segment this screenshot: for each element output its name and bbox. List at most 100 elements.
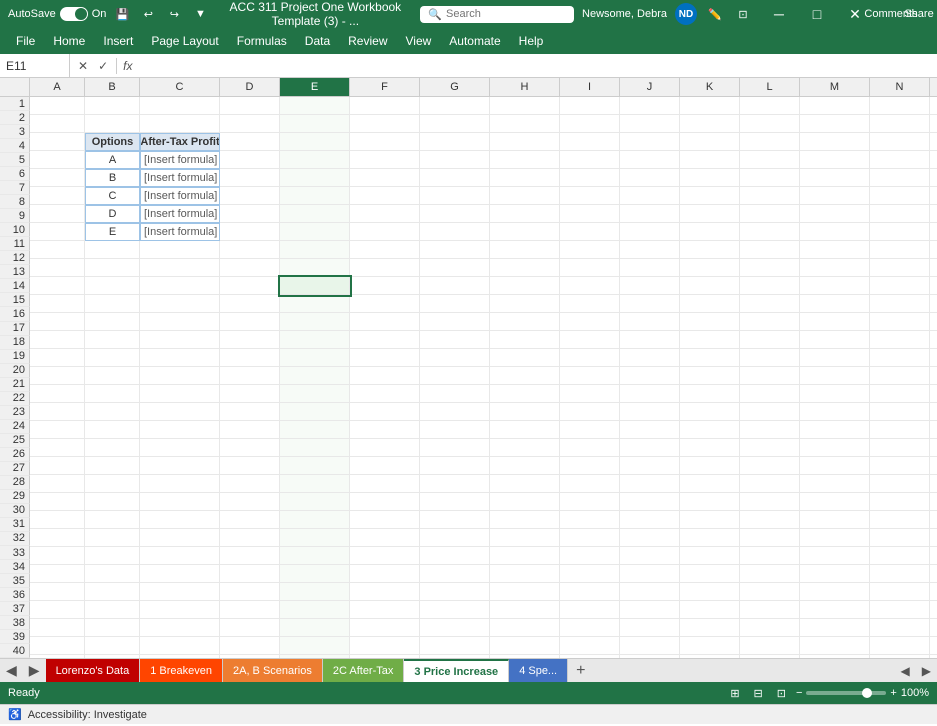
menu-file[interactable]: File (8, 31, 43, 51)
cell-D4[interactable] (220, 151, 280, 169)
col-header-A[interactable]: A (30, 78, 85, 96)
cell-K1[interactable] (680, 97, 740, 115)
cell-L14[interactable] (740, 331, 800, 349)
cell-O9[interactable] (930, 241, 937, 259)
cell-M29[interactable] (800, 601, 870, 619)
cell-L15[interactable] (740, 349, 800, 367)
cell-H25[interactable] (490, 529, 560, 547)
cell-A26[interactable] (30, 547, 85, 565)
cell-E5[interactable] (280, 169, 350, 187)
cell-H26[interactable] (490, 547, 560, 565)
cell-F27[interactable] (350, 565, 420, 583)
minimize-button[interactable]: ─ (761, 0, 797, 28)
cell-D19[interactable] (220, 421, 280, 439)
cell-N23[interactable] (870, 493, 930, 511)
row-num-19[interactable]: 19 (0, 350, 30, 364)
col-header-G[interactable]: G (420, 78, 490, 96)
cell-I4[interactable] (560, 151, 620, 169)
cell-B10[interactable] (85, 259, 140, 277)
cell-K32[interactable] (680, 655, 740, 658)
cell-J29[interactable] (620, 601, 680, 619)
tab-3-price-increase[interactable]: 3 Price Increase (404, 659, 509, 682)
cell-H18[interactable] (490, 403, 560, 421)
cell-C1[interactable] (140, 97, 220, 115)
cell-L22[interactable] (740, 475, 800, 493)
cell-O1[interactable] (930, 97, 937, 115)
cell-K29[interactable] (680, 601, 740, 619)
menu-insert[interactable]: Insert (95, 31, 141, 51)
cell-O13[interactable] (930, 313, 937, 331)
cell-O10[interactable] (930, 259, 937, 277)
tab-4-spe[interactable]: 4 Spe... (509, 659, 568, 682)
cell-J11[interactable] (620, 277, 680, 295)
cell-N6[interactable] (870, 187, 930, 205)
cell-I31[interactable] (560, 637, 620, 655)
menu-view[interactable]: View (398, 31, 440, 51)
cell-F29[interactable] (350, 601, 420, 619)
cell-O19[interactable] (930, 421, 937, 439)
cell-L12[interactable] (740, 295, 800, 313)
cell-J10[interactable] (620, 259, 680, 277)
cell-D1[interactable] (220, 97, 280, 115)
cell-I16[interactable] (560, 367, 620, 385)
cell-E29[interactable] (280, 601, 350, 619)
cell-H32[interactable] (490, 655, 560, 658)
cell-L21[interactable] (740, 457, 800, 475)
cell-L10[interactable] (740, 259, 800, 277)
cell-K2[interactable] (680, 115, 740, 133)
cell-K12[interactable] (680, 295, 740, 313)
cell-C14[interactable] (140, 331, 220, 349)
row-num-12[interactable]: 12 (0, 251, 30, 265)
row-num-35[interactable]: 35 (0, 574, 30, 588)
cell-A24[interactable] (30, 511, 85, 529)
row-num-38[interactable]: 38 (0, 616, 30, 630)
cell-M32[interactable] (800, 655, 870, 658)
cell-I32[interactable] (560, 655, 620, 658)
cell-F31[interactable] (350, 637, 420, 655)
cell-N18[interactable] (870, 403, 930, 421)
cell-L2[interactable] (740, 115, 800, 133)
cell-M4[interactable] (800, 151, 870, 169)
cell-F28[interactable] (350, 583, 420, 601)
tab-nav-left[interactable]: ◀ (0, 659, 23, 682)
cell-J2[interactable] (620, 115, 680, 133)
row-num-32[interactable]: 32 (0, 532, 30, 546)
cell-D14[interactable] (220, 331, 280, 349)
cell-F3[interactable] (350, 133, 420, 151)
cell-N29[interactable] (870, 601, 930, 619)
cell-B24[interactable] (85, 511, 140, 529)
autosave-pill[interactable] (60, 7, 88, 21)
cell-G4[interactable] (420, 151, 490, 169)
cell-O31[interactable] (930, 637, 937, 655)
cell-D29[interactable] (220, 601, 280, 619)
row-num-9[interactable]: 9 (0, 209, 30, 223)
cell-N5[interactable] (870, 169, 930, 187)
cell-I20[interactable] (560, 439, 620, 457)
cell-N15[interactable] (870, 349, 930, 367)
col-header-M[interactable]: M (800, 78, 870, 96)
cell-H11[interactable] (490, 277, 560, 295)
cell-B19[interactable] (85, 421, 140, 439)
cell-H12[interactable] (490, 295, 560, 313)
cell-N10[interactable] (870, 259, 930, 277)
cell-O4[interactable] (930, 151, 937, 169)
cell-O16[interactable] (930, 367, 937, 385)
cell-E18[interactable] (280, 403, 350, 421)
cell-A5[interactable] (30, 169, 85, 187)
zoom-slider[interactable] (806, 691, 886, 695)
cell-E27[interactable] (280, 565, 350, 583)
row-num-24[interactable]: 24 (0, 420, 30, 434)
maximize-button[interactable]: □ (799, 0, 835, 28)
menu-automate[interactable]: Automate (441, 31, 508, 51)
cell-C13[interactable] (140, 313, 220, 331)
cell-C6[interactable]: [Insert formula] (140, 187, 220, 205)
cell-F26[interactable] (350, 547, 420, 565)
cell-O27[interactable] (930, 565, 937, 583)
cell-A20[interactable] (30, 439, 85, 457)
cell-L23[interactable] (740, 493, 800, 511)
cell-O28[interactable] (930, 583, 937, 601)
cell-I3[interactable] (560, 133, 620, 151)
cell-J15[interactable] (620, 349, 680, 367)
cell-K26[interactable] (680, 547, 740, 565)
cell-C31[interactable] (140, 637, 220, 655)
